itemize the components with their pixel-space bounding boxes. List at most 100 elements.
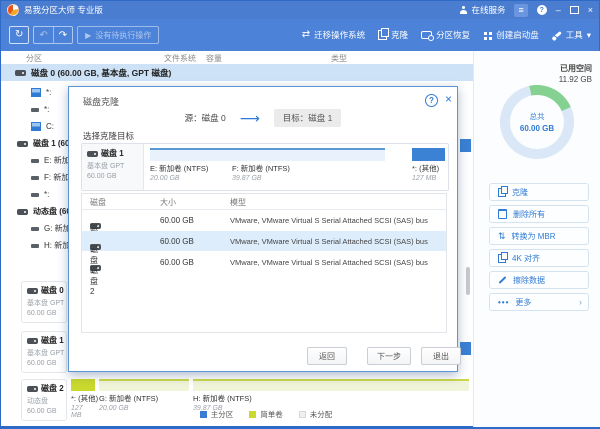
partition-size: 20.00 GB	[150, 175, 236, 182]
person-icon	[460, 6, 467, 14]
tree-item-partition[interactable]: *:	[31, 85, 51, 100]
help-icon[interactable]: ?	[537, 5, 547, 15]
sidebar-more-button[interactable]: ••• 更多 ›	[489, 293, 589, 311]
col-disk: 磁盘	[90, 197, 106, 208]
redo-button[interactable]: ↷	[53, 27, 72, 43]
preview-disk-card: 磁盘 1 基本盘 GPT 60.00 GB	[82, 144, 144, 190]
legend: 主分区 简单卷 未分配	[61, 409, 471, 420]
close-button[interactable]: ×	[588, 4, 593, 16]
minimize-button[interactable]: –	[556, 4, 561, 16]
col-partition: 分区	[26, 53, 42, 64]
back-button[interactable]: 返回	[307, 347, 347, 365]
partition-bar[interactable]	[71, 379, 95, 391]
col-size: 大小	[160, 197, 176, 208]
partition-icon	[31, 244, 39, 248]
preview-partition-other[interactable]: *: (其他) 127 MB	[412, 148, 445, 182]
sidebar-button-label: 克隆	[512, 187, 528, 198]
play-icon: ▶	[85, 31, 91, 40]
partition-recovery-label: 分区恢复	[436, 29, 470, 41]
tools-label: 工具	[566, 29, 583, 41]
disk-card-1[interactable]: 磁盘 1 基本盘 GPT 60.00 GB	[21, 331, 67, 373]
partition-size: 39.87 GB	[232, 175, 385, 182]
table-row-disk2[interactable]: 磁盘 2 60.00 GB VMware, VMware Virtual S S…	[82, 252, 446, 272]
sidebar-convert-mbr-button[interactable]: ⇅ 转换为 MBR	[489, 227, 589, 245]
sidebar-clone-button[interactable]: 克隆	[489, 183, 589, 201]
tree-item-disk0-selected[interactable]: 磁盘 0 (60.00 GB, 基本盘, GPT 磁盘)	[1, 64, 473, 81]
partition-bar[interactable]	[412, 148, 445, 161]
pending-operations-button[interactable]: ▶ 没有待执行操作	[77, 26, 159, 44]
col-model: 模型	[230, 197, 246, 208]
partition-icon	[31, 159, 39, 163]
partition-icon	[31, 108, 39, 112]
refresh-button[interactable]: ↻	[9, 26, 29, 44]
exit-button[interactable]: 退出	[421, 347, 461, 365]
sidebar-delete-all-button[interactable]: 删除所有	[489, 205, 589, 223]
legend-unallocated: 未分配	[299, 409, 333, 420]
sidebar-wipe-data-button[interactable]: 擦除数据	[489, 271, 589, 289]
partition-bar[interactable]	[150, 148, 236, 161]
maximize-button[interactable]	[570, 6, 579, 14]
cell-disk: 磁盘 2	[90, 265, 98, 296]
cell-size: 60.00 GB	[160, 216, 194, 225]
dialog-title: 磁盘克隆	[83, 95, 119, 108]
used-space-value: 11.92 GB	[536, 75, 592, 84]
next-button[interactable]: 下一步	[367, 347, 411, 365]
pending-operations-label: 没有待执行操作	[95, 30, 151, 41]
select-target-label: 选择克隆目标	[83, 130, 134, 142]
partition-icon	[31, 122, 41, 131]
partition-bar[interactable]	[99, 379, 189, 391]
chevron-right-icon: ›	[579, 297, 582, 307]
sidebar-button-label: 4K 对齐	[512, 253, 540, 264]
table-row-disk0[interactable]: 磁盘 0 60.00 GB VMware, VMware Virtual S S…	[82, 210, 446, 230]
partition-block-h[interactable]: H: 新加卷 (NTFS) 39.87 GB	[193, 379, 469, 412]
col-type: 类型	[331, 53, 347, 64]
copy-icon	[378, 30, 387, 40]
table-row-disk1-selected[interactable]: 磁盘 1 60.00 GB VMware, VMware Virtual S S…	[82, 231, 446, 251]
tree-item-partition[interactable]: *:	[31, 102, 49, 117]
legend-simple: 简单卷	[249, 409, 283, 420]
tools-button[interactable]: 工具 ▾	[552, 29, 591, 41]
partition-bar[interactable]	[193, 379, 469, 391]
online-service-label: 在线服务	[471, 4, 505, 16]
trash-icon	[498, 209, 507, 219]
partition-label: H: 新加卷 (NTFS)	[193, 393, 469, 404]
clone-label: 克隆	[391, 29, 408, 41]
vertical-scrollbar[interactable]	[466, 267, 470, 295]
dialog-help-icon[interactable]: ?	[425, 94, 438, 107]
disk-card-type: 基本盘 GPT	[27, 348, 66, 358]
toolbar: ↻ ↶ ↷ ▶ 没有待执行操作 ⇄ 迁移操作系统 克隆 分区恢复 创建启动盘 工…	[1, 19, 599, 51]
disk-card-size: 60.00 GB	[27, 310, 66, 317]
create-bootable-disk-button[interactable]: 创建启动盘	[483, 29, 539, 41]
target-chip: 目标：磁盘 1	[274, 109, 342, 127]
disk-card-0[interactable]: 磁盘 0 基本盘 GPT 60.00 GB	[21, 281, 67, 323]
tree-item-partition[interactable]: *:	[31, 187, 49, 202]
migrate-os-button[interactable]: ⇄ 迁移操作系统	[302, 29, 365, 41]
copy-icon	[498, 188, 506, 197]
partition-bar-fragment	[460, 139, 471, 152]
target-disk-preview: 磁盘 1 基本盘 GPT 60.00 GB E: 新加卷 (NTFS) 20.0…	[81, 143, 449, 191]
cell-size: 60.00 GB	[160, 237, 194, 246]
legend-primary: 主分区	[200, 409, 234, 420]
partition-label: *: (其他)	[412, 163, 445, 174]
clone-button[interactable]: 克隆	[378, 29, 408, 41]
cell-model: VMware, VMware Virtual S Serial Attached…	[230, 216, 428, 225]
tree-item-partition[interactable]: C:	[31, 119, 54, 134]
preview-partition-f[interactable]: F: 新加卷 (NTFS) 39.87 GB	[232, 148, 385, 182]
col-filesystem: 文件系统	[164, 53, 196, 64]
sidebar-4k-align-button[interactable]: 4K 对齐	[489, 249, 589, 267]
disk-card-name: 磁盘 2	[41, 383, 64, 394]
disk-table: 磁盘 大小 模型 磁盘 0 60.00 GB VMware, VMware Vi…	[81, 193, 447, 333]
preview-partition-e[interactable]: E: 新加卷 (NTFS) 20.00 GB	[150, 148, 236, 182]
disk-icon	[27, 386, 38, 392]
legend-label: 主分区	[211, 410, 234, 419]
total-label: 总共	[530, 111, 545, 122]
online-service-button[interactable]: 在线服务	[460, 4, 505, 16]
partition-block-g[interactable]: G: 新加卷 (NTFS) 20.00 GB	[99, 379, 189, 412]
dialog-close-icon[interactable]: ×	[445, 92, 452, 106]
menu-icon[interactable]: ≡	[514, 4, 527, 17]
partition-bar[interactable]	[232, 148, 385, 161]
partition-icon	[31, 88, 41, 97]
partition-recovery-button[interactable]: 分区恢复	[421, 29, 470, 41]
undo-button[interactable]: ↶	[34, 27, 52, 43]
app-logo-icon	[7, 4, 19, 16]
